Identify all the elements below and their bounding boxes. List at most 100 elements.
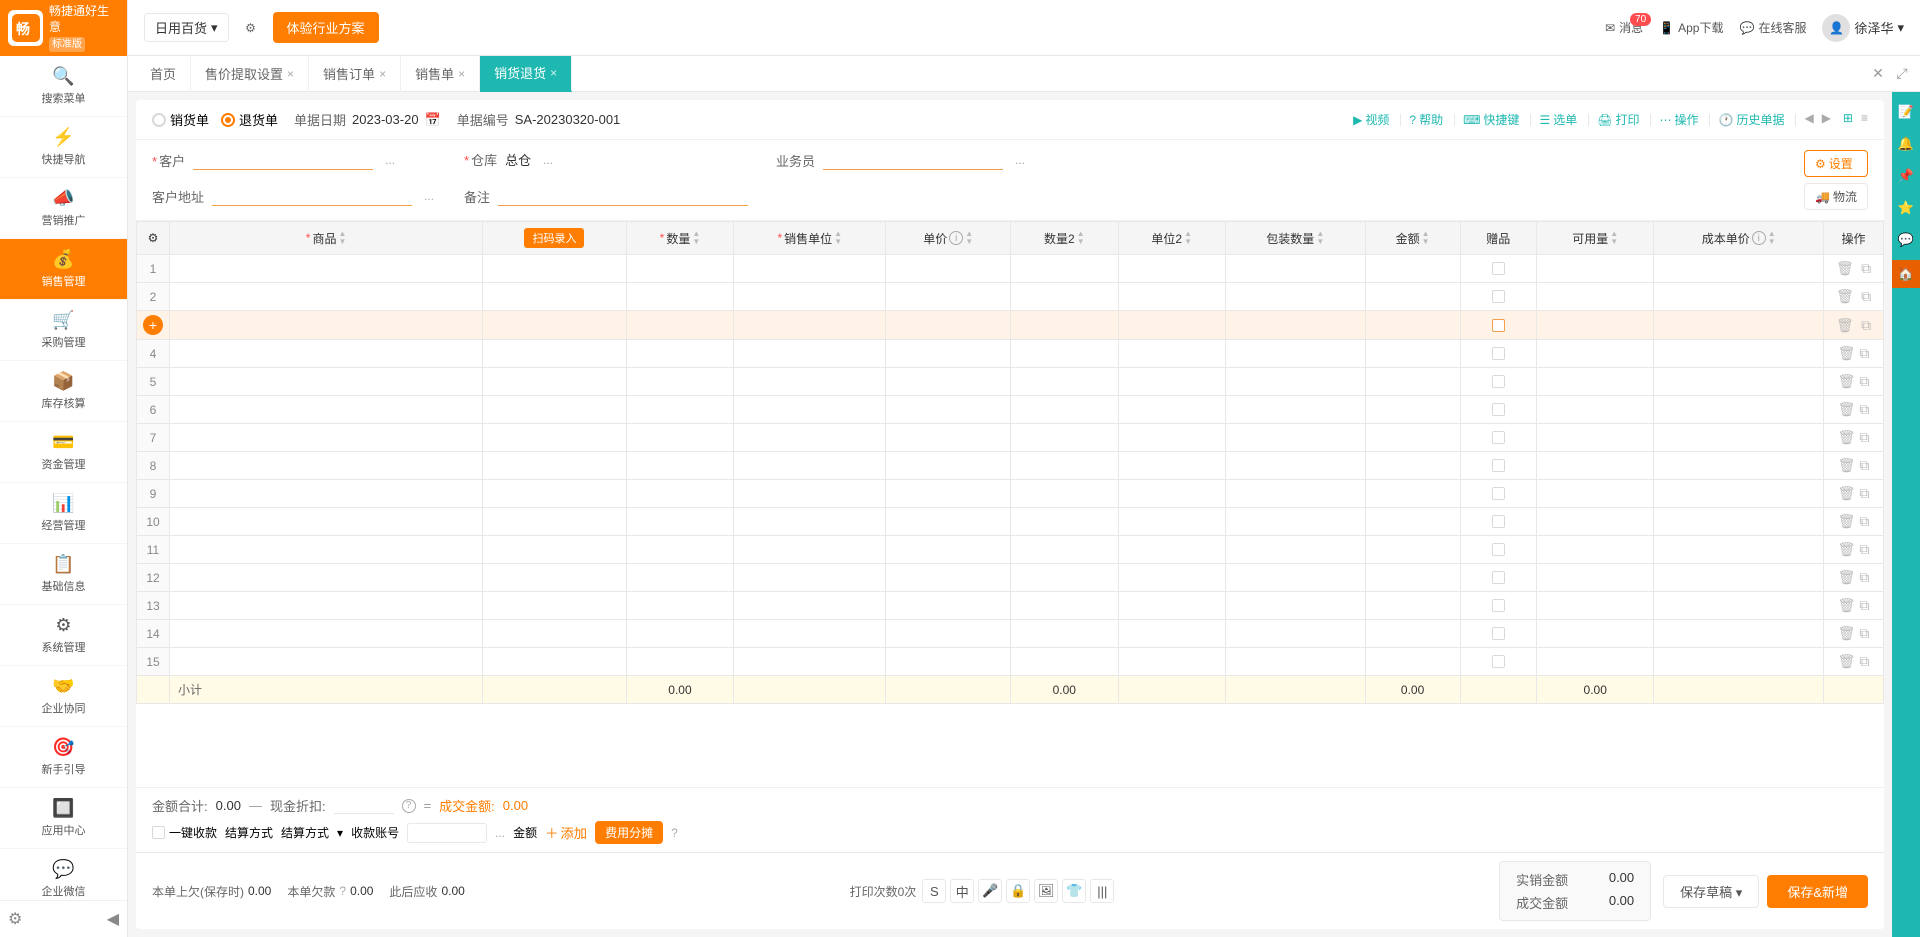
delete-row-4-btn[interactable]: 🗑 xyxy=(1836,345,1858,362)
gift-cell-2[interactable] xyxy=(1460,283,1536,311)
delete-row-9-btn[interactable]: 🗑 xyxy=(1836,485,1858,502)
scan-input-btn[interactable]: 扫码录入 xyxy=(524,228,584,248)
avail-sort-icon[interactable]: ▲▼ xyxy=(1610,230,1618,246)
qty-sort-icon[interactable]: ▲▼ xyxy=(692,230,700,246)
copy-row-10-btn[interactable]: ⧉ xyxy=(1857,513,1871,530)
message-btn[interactable]: ✉ 消息 70 xyxy=(1605,19,1643,36)
tab-close-return[interactable]: × xyxy=(550,66,557,80)
copy-row-14-btn[interactable]: ⧉ xyxy=(1857,625,1871,642)
tool-barcode-icon[interactable]: ||| xyxy=(1090,879,1114,903)
cost-cell-1[interactable] xyxy=(1654,255,1824,283)
tool-mic-icon[interactable]: 🎤 xyxy=(978,879,1002,903)
pack-sort-icon[interactable]: ▲▼ xyxy=(1316,230,1324,246)
operate-btn[interactable]: ⋯ 操作 xyxy=(1659,111,1710,128)
tool-lock-icon[interactable]: 🔒 xyxy=(1006,879,1030,903)
settlement-dropdown-icon[interactable]: ▾ xyxy=(337,826,343,840)
delete-row-15-btn[interactable]: 🗑 xyxy=(1836,653,1858,670)
copy-row-6-btn[interactable]: ⧉ xyxy=(1857,401,1871,418)
sidebar-item-marketing[interactable]: 📣 营销推广 xyxy=(0,178,127,239)
pack-cell-1[interactable] xyxy=(1225,255,1365,283)
sidebar-item-system[interactable]: ⚙ 系统管理 xyxy=(0,605,127,666)
calendar-icon[interactable]: 📅 xyxy=(425,112,441,128)
copy-row-13-btn[interactable]: ⧉ xyxy=(1857,597,1871,614)
price-cell-2[interactable] xyxy=(886,283,1011,311)
unit2-cell-1[interactable] xyxy=(1118,255,1225,283)
cost-cell-3[interactable] xyxy=(1654,311,1824,340)
address-input[interactable] xyxy=(212,186,412,206)
th-gear[interactable]: ⚙ xyxy=(137,222,170,255)
customer-input[interactable] xyxy=(193,150,373,170)
fee-help-icon[interactable]: ? xyxy=(671,826,678,840)
delete-row-10-btn[interactable]: 🗑 xyxy=(1836,513,1858,530)
company-dropdown[interactable]: 日用百货 ▾ xyxy=(144,13,229,42)
gift-checkbox-11[interactable] xyxy=(1492,543,1505,556)
gift-checkbox-15[interactable] xyxy=(1492,655,1505,668)
amount-cell-2[interactable] xyxy=(1365,283,1460,311)
help-btn[interactable]: ? 帮助 xyxy=(1409,111,1455,128)
amount-cell-3[interactable] xyxy=(1365,311,1460,340)
product-cell-3[interactable] xyxy=(170,311,483,340)
amount-sort-icon[interactable]: ▲▼ xyxy=(1422,230,1430,246)
history-btn[interactable]: 🕐 历史单据 xyxy=(1718,111,1796,128)
sidebar-item-finance[interactable]: 💳 资金管理 xyxy=(0,422,127,483)
cost-price-info-icon[interactable]: i xyxy=(1752,231,1766,245)
copy-row-3-btn[interactable]: ⧉ xyxy=(1859,317,1873,334)
qty2-sort-icon[interactable]: ▲▼ xyxy=(1077,230,1085,246)
copy-row-4-btn[interactable]: ⧉ xyxy=(1857,345,1871,362)
sidebar-item-operations[interactable]: 📊 经营管理 xyxy=(0,483,127,544)
pack-cell-3[interactable] xyxy=(1225,311,1365,340)
radio-return[interactable]: 退货单 xyxy=(221,110,278,129)
remark-input[interactable] xyxy=(498,186,748,206)
delete-row-13-btn[interactable]: 🗑 xyxy=(1836,597,1858,614)
gift-checkbox-10[interactable] xyxy=(1492,515,1505,528)
unit2-cell-2[interactable] xyxy=(1118,283,1225,311)
sidebar-item-inventory[interactable]: 📦 库存核算 xyxy=(0,361,127,422)
gift-checkbox-3[interactable] xyxy=(1492,319,1505,332)
video-btn[interactable]: ▶ 视频 xyxy=(1353,111,1401,128)
select-btn[interactable]: ☰ 选单 xyxy=(1539,111,1589,128)
price-sort-icon[interactable]: ▲▼ xyxy=(965,230,973,246)
customer-select-btn[interactable]: ... xyxy=(385,153,395,167)
save-new-btn[interactable]: 保存&新增 xyxy=(1767,875,1868,908)
copy-row-7-btn[interactable]: ⧉ xyxy=(1857,429,1871,446)
nav-next-icon[interactable]: ▶ xyxy=(1822,111,1831,128)
cost-cell-2[interactable] xyxy=(1654,283,1824,311)
close-window-btn[interactable]: ✕ xyxy=(1868,64,1888,84)
sidebar-item-search[interactable]: 🔍 搜索菜单 xyxy=(0,56,127,117)
tool-zh-icon[interactable]: 中 xyxy=(950,879,974,903)
right-panel-pin-btn[interactable]: 📌 xyxy=(1894,164,1918,188)
avail-cell-3[interactable] xyxy=(1537,311,1654,340)
logistics-btn[interactable]: 🚚 物流 xyxy=(1804,183,1868,210)
unit-cell-1[interactable] xyxy=(734,255,886,283)
tool-shirt-icon[interactable]: 👕 xyxy=(1062,879,1086,903)
tab-close-sales[interactable]: × xyxy=(458,67,465,81)
discount-input[interactable] xyxy=(334,798,394,814)
gift-checkbox-5[interactable] xyxy=(1492,375,1505,388)
add-row-icon[interactable]: + xyxy=(143,315,163,335)
right-panel-chat-btn[interactable]: 💬 xyxy=(1894,228,1918,252)
delete-row-12-btn[interactable]: 🗑 xyxy=(1836,569,1858,586)
gift-checkbox-13[interactable] xyxy=(1492,599,1505,612)
one-click-payment[interactable]: 一键收款 xyxy=(152,824,217,841)
copy-row-12-btn[interactable]: ⧉ xyxy=(1857,569,1871,586)
delete-row-14-btn[interactable]: 🗑 xyxy=(1836,625,1858,642)
avail-cell-2[interactable] xyxy=(1537,283,1654,311)
shortcuts-btn[interactable]: ⌨ 快捷键 xyxy=(1463,111,1531,128)
gift-checkbox-1[interactable] xyxy=(1492,262,1505,275)
product-cell-2[interactable] xyxy=(170,283,483,311)
account-input[interactable] xyxy=(407,823,487,843)
tab-close-sales-order[interactable]: × xyxy=(379,67,386,81)
right-panel-note-btn[interactable]: 📝 xyxy=(1894,100,1918,124)
delete-row-5-btn[interactable]: 🗑 xyxy=(1836,373,1858,390)
unit-cell-2[interactable] xyxy=(734,283,886,311)
account-dots[interactable]: ... xyxy=(495,826,505,840)
qty2-cell-2[interactable] xyxy=(1011,283,1118,311)
grid-view-icon[interactable]: ⊞ xyxy=(1843,111,1853,128)
gift-checkbox-9[interactable] xyxy=(1492,487,1505,500)
delete-row-6-btn[interactable]: 🗑 xyxy=(1836,401,1858,418)
copy-row-5-btn[interactable]: ⧉ xyxy=(1857,373,1871,390)
qty-cell-2[interactable] xyxy=(626,283,733,311)
th-scan[interactable]: 扫码录入 xyxy=(483,222,627,255)
tool-s-icon[interactable]: S xyxy=(922,879,946,903)
staff-select-btn[interactable]: ... xyxy=(1015,153,1025,167)
